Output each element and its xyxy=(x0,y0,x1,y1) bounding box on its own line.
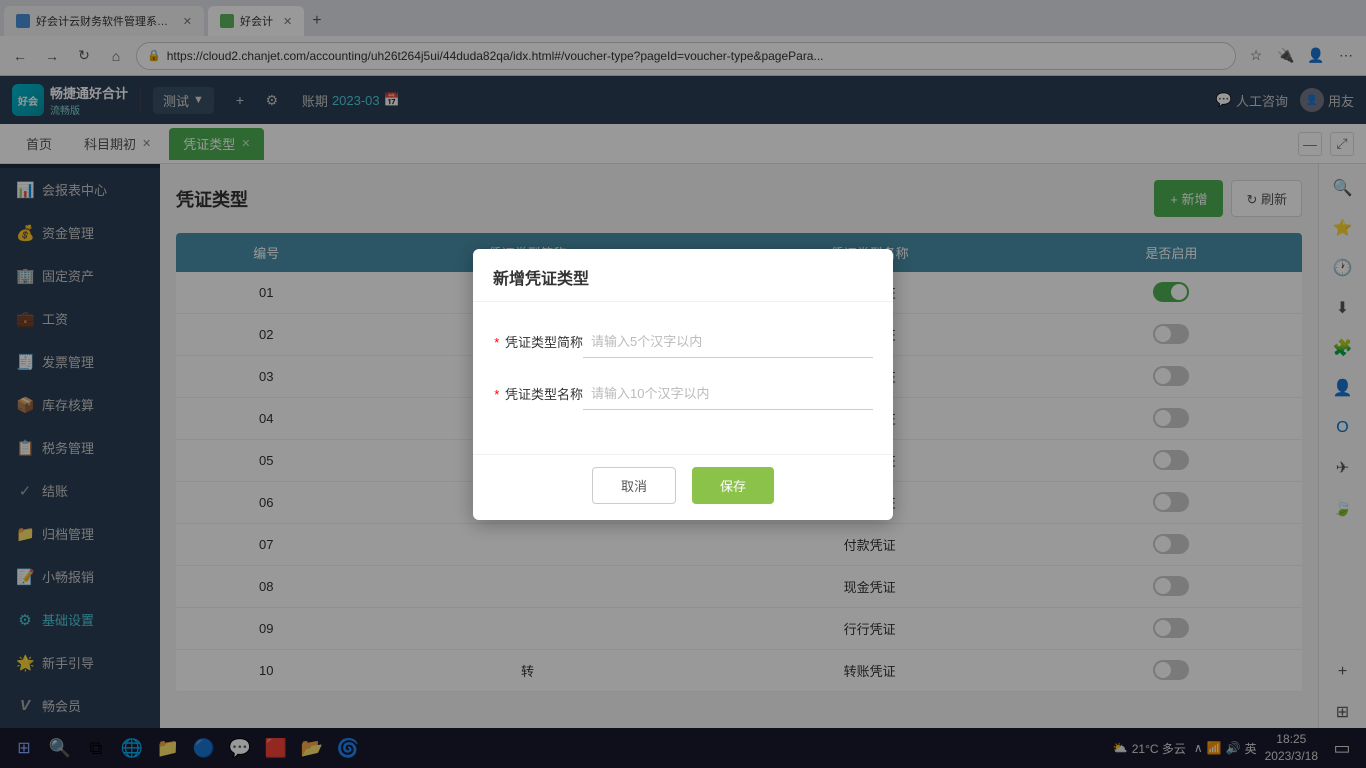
modal-body: * 凭证类型简称 * 凭证类型名称 xyxy=(473,302,893,454)
form-row-abbr: * 凭证类型简称 xyxy=(493,326,873,358)
add-voucher-modal: 新增凭证类型 * 凭证类型简称 * 凭证类型名称 取消 保存 xyxy=(473,249,893,520)
form-row-name: * 凭证类型名称 xyxy=(493,378,873,410)
abbr-input[interactable] xyxy=(583,326,873,358)
abbr-label: * 凭证类型简称 xyxy=(493,332,583,351)
modal-footer: 取消 保存 xyxy=(473,454,893,520)
modal-overlay: 新增凭证类型 * 凭证类型简称 * 凭证类型名称 取消 保存 xyxy=(0,0,1366,768)
required-marker-1: * xyxy=(494,335,499,350)
cancel-button[interactable]: 取消 xyxy=(592,467,676,504)
name-input[interactable] xyxy=(583,378,873,410)
name-label: * 凭证类型名称 xyxy=(493,384,583,403)
modal-header: 新增凭证类型 xyxy=(473,249,893,302)
modal-title: 新增凭证类型 xyxy=(493,271,589,288)
required-marker-2: * xyxy=(494,387,499,402)
save-button[interactable]: 保存 xyxy=(692,467,774,504)
